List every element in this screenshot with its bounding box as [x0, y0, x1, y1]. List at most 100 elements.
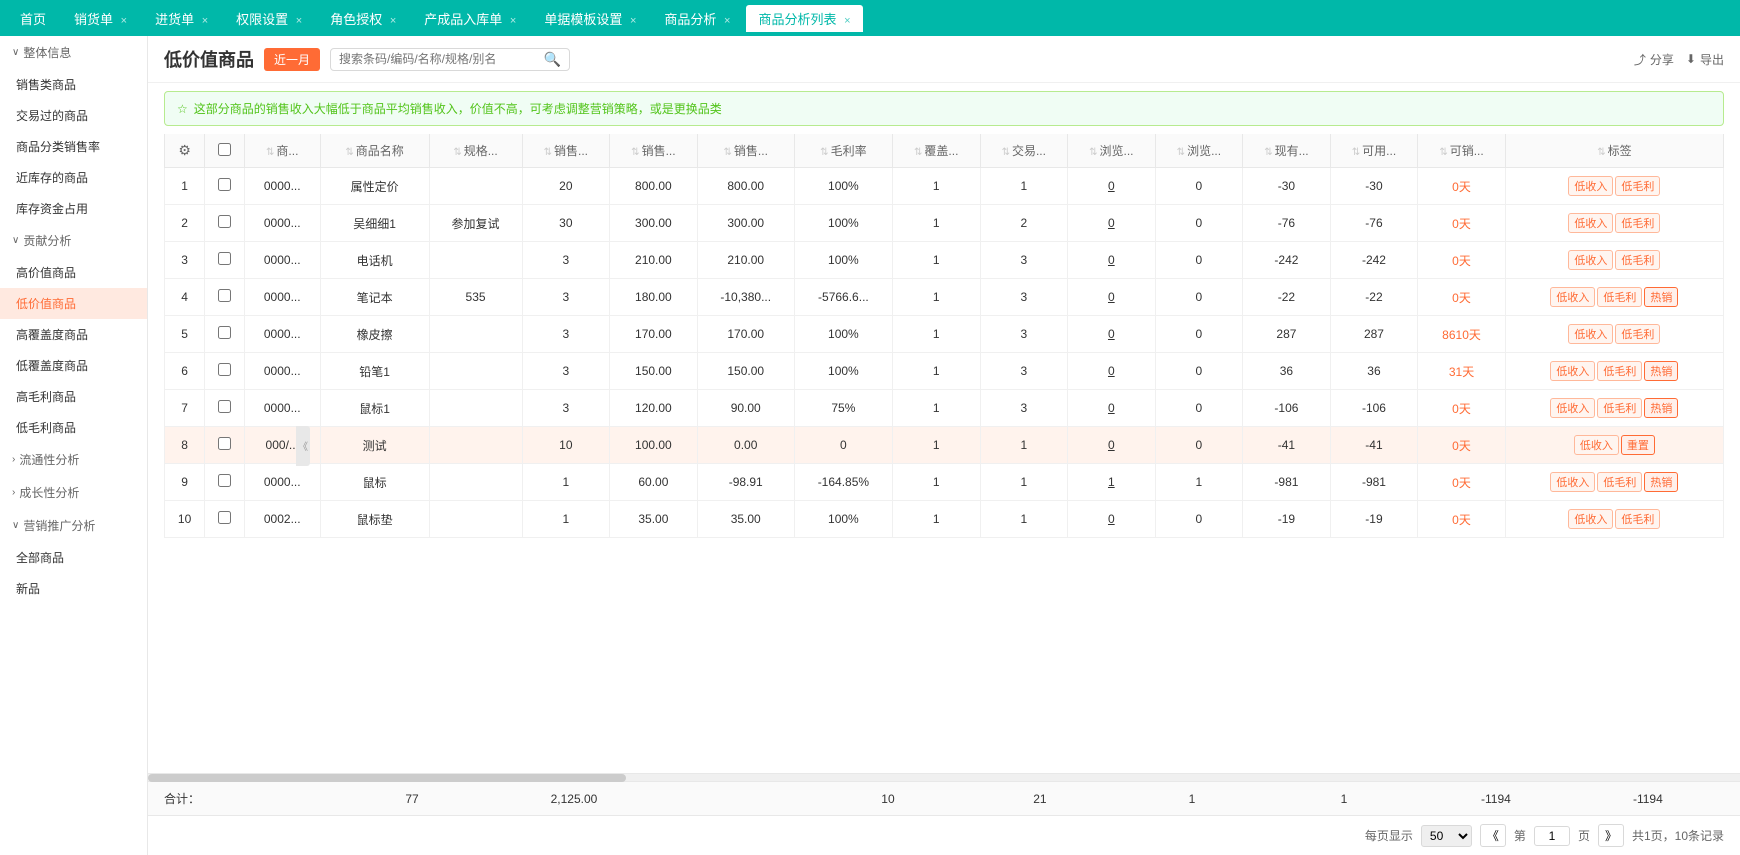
- td-sales-avg: 150.00: [697, 353, 794, 390]
- td-name: 鼠标垫: [320, 501, 429, 538]
- page-number-input[interactable]: [1534, 826, 1570, 846]
- td-sales-qty: 3: [522, 279, 610, 316]
- view1-link[interactable]: 0: [1108, 290, 1115, 304]
- row-checkbox[interactable]: [218, 252, 231, 265]
- nav-purchase[interactable]: 进货单 ×: [143, 5, 220, 32]
- td-name: 鼠标: [320, 464, 429, 501]
- tag-badge: 低收入: [1568, 176, 1613, 196]
- section-contribution-label: 贡献分析: [23, 232, 71, 249]
- row-checkbox[interactable]: [218, 511, 231, 524]
- sidebar-item-low-margin[interactable]: 低毛利商品: [0, 412, 147, 443]
- section-marketing[interactable]: ∨ 营销推广分析: [0, 509, 147, 542]
- prev-page-button[interactable]: 《: [1480, 824, 1506, 847]
- nav-permission[interactable]: 权限设置 ×: [224, 5, 314, 32]
- row-checkbox[interactable]: [218, 437, 231, 450]
- section-overall[interactable]: ∨ 整体信息: [0, 36, 147, 69]
- nav-template[interactable]: 单据模板设置 ×: [532, 5, 648, 32]
- sidebar-item-category-rate[interactable]: 商品分类销售率: [0, 131, 147, 162]
- td-trade: 3: [980, 279, 1068, 316]
- td-coverage: 1: [892, 501, 980, 538]
- page-title: 低价值商品: [164, 46, 254, 72]
- horizontal-scrollbar[interactable]: [148, 773, 1740, 781]
- sidebar-item-sales-goods[interactable]: 销售类商品: [0, 69, 147, 100]
- section-flow[interactable]: › 流通性分析: [0, 443, 147, 476]
- sidebar-item-traded-goods[interactable]: 交易过的商品: [0, 100, 147, 131]
- table-row: 9 0000... 鼠标 1 60.00 -98.91 -164.85% 1 1…: [165, 464, 1724, 501]
- sidebar-item-all-goods[interactable]: 全部商品: [0, 542, 147, 573]
- page-size-select[interactable]: 50 100 200: [1421, 825, 1472, 847]
- row-checkbox[interactable]: [218, 215, 231, 228]
- nav-sales[interactable]: 销货单 ×: [62, 5, 139, 32]
- view1-link[interactable]: 0: [1108, 438, 1115, 452]
- select-all-checkbox[interactable]: [218, 143, 231, 156]
- close-goods-analysis-icon[interactable]: ×: [724, 15, 730, 27]
- table-row: 1 0000... 属性定价 20 800.00 800.00 100% 1 1…: [165, 168, 1724, 205]
- view1-link[interactable]: 0: [1108, 253, 1115, 267]
- nav-goods-list[interactable]: 商品分析列表 ×: [746, 5, 862, 32]
- close-sales-icon[interactable]: ×: [121, 15, 127, 27]
- td-index: 6: [165, 353, 205, 390]
- sidebar-item-new-goods[interactable]: 新品: [0, 573, 147, 604]
- sidebar-item-low-value[interactable]: 低价值商品: [0, 288, 147, 319]
- close-purchase-icon[interactable]: ×: [202, 15, 208, 27]
- sidebar-item-high-coverage[interactable]: 高覆盖度商品: [0, 319, 147, 350]
- tag-badge: 低毛利: [1597, 361, 1642, 381]
- view1-link[interactable]: 0: [1108, 216, 1115, 230]
- sidebar-item-high-margin[interactable]: 高毛利商品: [0, 381, 147, 412]
- view1-link[interactable]: 0: [1108, 401, 1115, 415]
- search-input[interactable]: [339, 52, 538, 66]
- scrollbar-thumb[interactable]: [148, 774, 626, 782]
- footer-view2: 1: [1314, 792, 1374, 806]
- view1-link[interactable]: 0: [1108, 179, 1115, 193]
- close-template-icon[interactable]: ×: [630, 15, 636, 27]
- sidebar-item-low-stock[interactable]: 近库存的商品: [0, 162, 147, 193]
- tag-badge: 低毛利: [1615, 324, 1660, 344]
- row-checkbox[interactable]: [218, 363, 231, 376]
- sidebar-item-stock-fund[interactable]: 库存资金占用: [0, 193, 147, 224]
- tag-badge: 低收入: [1574, 435, 1619, 455]
- td-checkbox: [205, 501, 245, 538]
- section-growth[interactable]: › 成长性分析: [0, 476, 147, 509]
- sidebar-item-low-coverage[interactable]: 低覆盖度商品: [0, 350, 147, 381]
- th-name: ⇅商品名称: [320, 134, 429, 168]
- tag-badge: 低收入: [1550, 287, 1595, 307]
- section-contribution[interactable]: ∨ 贡献分析: [0, 224, 147, 257]
- row-checkbox[interactable]: [218, 474, 231, 487]
- td-current-stock: 36: [1243, 353, 1331, 390]
- td-current-stock: -981: [1243, 464, 1331, 501]
- td-margin: -164.85%: [794, 464, 892, 501]
- search-icon[interactable]: 🔍: [544, 51, 561, 68]
- close-role-icon[interactable]: ×: [390, 15, 396, 27]
- td-sales-qty: 20: [522, 168, 610, 205]
- row-checkbox[interactable]: [218, 178, 231, 191]
- row-checkbox[interactable]: [218, 326, 231, 339]
- sidebar-collapse-btn[interactable]: 《: [296, 426, 310, 466]
- td-saleable: 31天: [1418, 353, 1506, 390]
- nav-home[interactable]: 首页: [8, 5, 58, 32]
- sidebar-item-high-value[interactable]: 高价值商品: [0, 257, 147, 288]
- time-filter-button[interactable]: 近一月: [264, 48, 320, 71]
- view1-link[interactable]: 0: [1108, 364, 1115, 378]
- row-checkbox[interactable]: [218, 289, 231, 302]
- td-name: 测试: [320, 427, 429, 464]
- close-permission-icon[interactable]: ×: [296, 15, 302, 27]
- view1-link[interactable]: 0: [1108, 327, 1115, 341]
- nav-goods-analysis[interactable]: 商品分析 ×: [652, 5, 742, 32]
- td-margin: 100%: [794, 205, 892, 242]
- td-sales-avg: 210.00: [697, 242, 794, 279]
- nav-product-in[interactable]: 产成品入库单 ×: [412, 5, 528, 32]
- row-checkbox[interactable]: [218, 400, 231, 413]
- nav-role[interactable]: 角色授权 ×: [318, 5, 408, 32]
- next-page-button[interactable]: 》: [1598, 824, 1624, 847]
- export-button[interactable]: ⬇ 导出: [1686, 51, 1724, 68]
- td-coverage: 1: [892, 464, 980, 501]
- expand-growth-icon: ›: [12, 487, 15, 498]
- settings-icon[interactable]: ⚙: [178, 142, 191, 158]
- close-product-in-icon[interactable]: ×: [510, 15, 516, 27]
- share-button[interactable]: ⤴ 分享: [1634, 51, 1674, 68]
- td-available: -22: [1330, 279, 1418, 316]
- td-index: 7: [165, 390, 205, 427]
- view1-link[interactable]: 1: [1108, 475, 1115, 489]
- close-goods-list-icon[interactable]: ×: [844, 15, 850, 27]
- view1-link[interactable]: 0: [1108, 512, 1115, 526]
